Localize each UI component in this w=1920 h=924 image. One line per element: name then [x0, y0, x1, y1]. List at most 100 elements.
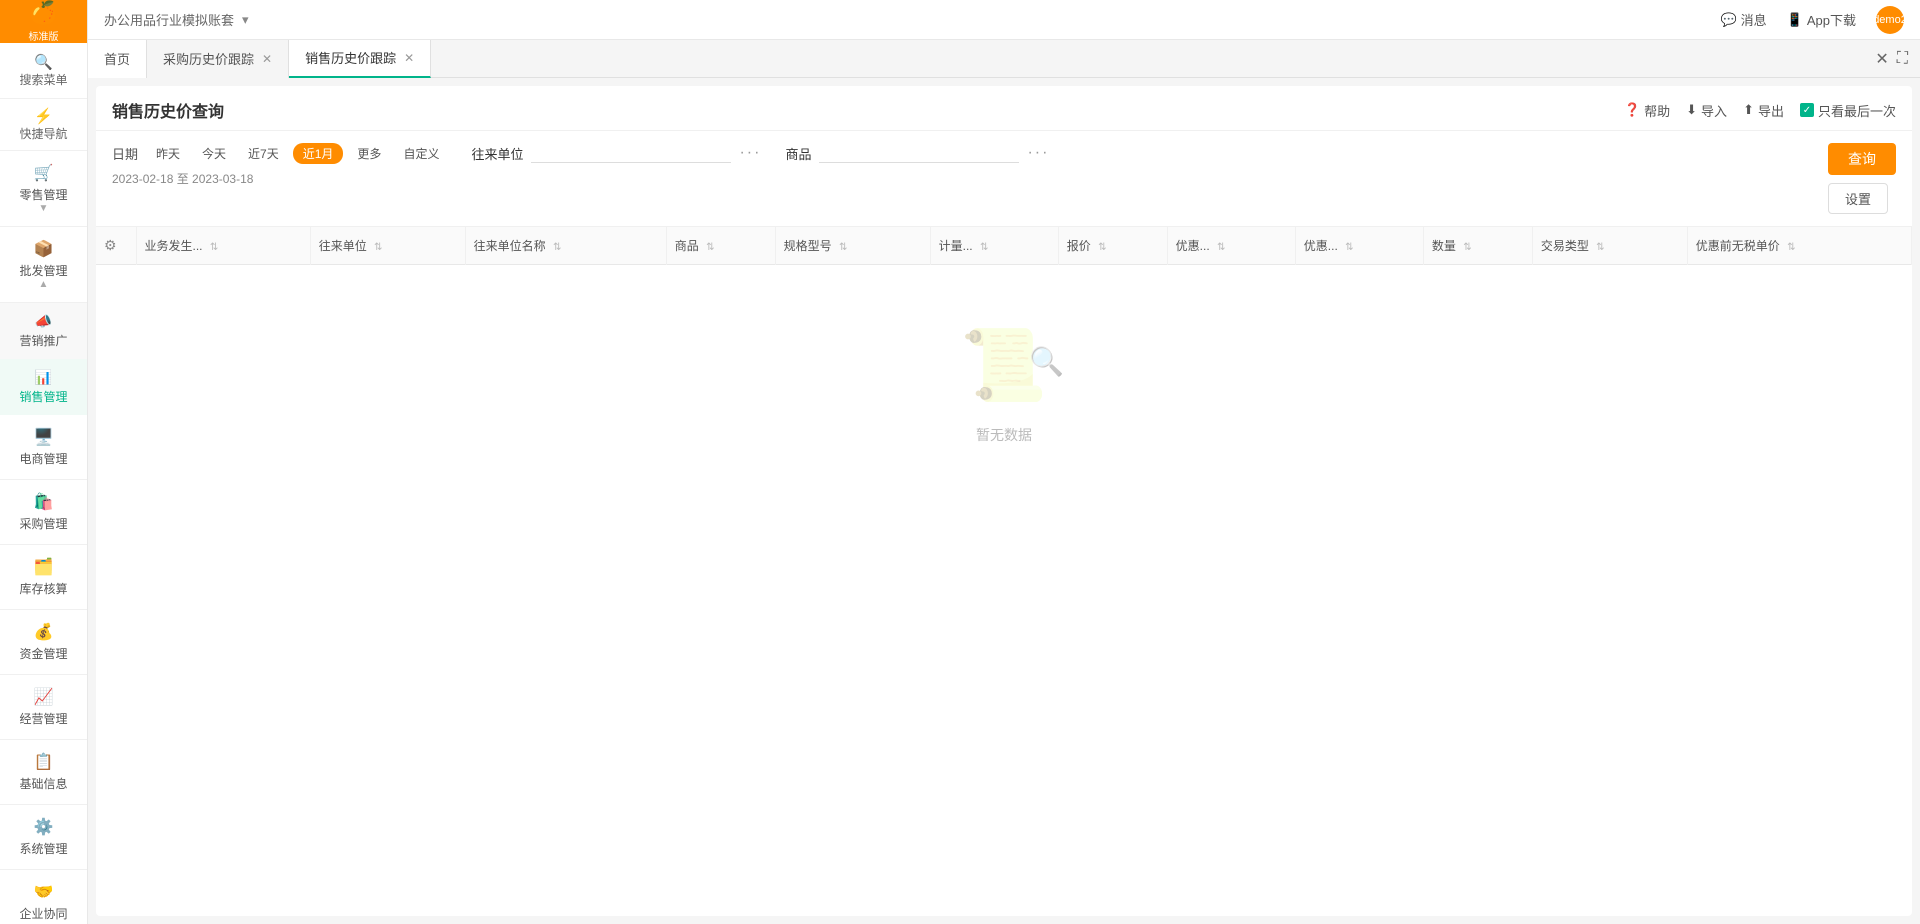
sidebar-item-finance[interactable]: 💰 资金管理: [0, 610, 87, 675]
empty-state: 📜 🔍 暂无数据: [96, 265, 1912, 505]
setting-button[interactable]: 设置: [1828, 183, 1888, 214]
date-btn-yesterday[interactable]: 昨天: [148, 143, 188, 164]
date-btn-7days[interactable]: 近7天: [240, 143, 287, 164]
sidebar-item-sales[interactable]: 📊 销售管理: [0, 359, 87, 415]
app-download-button[interactable]: 📱 App下载: [1787, 10, 1856, 29]
dropdown-icon[interactable]: ▾: [242, 12, 249, 28]
col-unit[interactable]: 计量... ⇅: [930, 227, 1058, 265]
help-button[interactable]: ❓ 帮助: [1624, 101, 1670, 120]
col-quantity-label: 数量: [1432, 239, 1456, 253]
sidebar-item-ecommerce[interactable]: 🖥️ 电商管理: [0, 415, 87, 480]
app-title: 办公用品行业模拟账套: [104, 10, 234, 29]
ecommerce-icon: 🖥️: [34, 427, 54, 447]
import-button[interactable]: ⬇ 导入: [1686, 101, 1727, 120]
top-header: 办公用品行业模拟账套 ▾ 💬 消息 📱 App下载 demo2: [88, 0, 1920, 40]
basic-label: 基础信息: [19, 775, 67, 792]
close-button[interactable]: ✕: [1875, 49, 1888, 69]
col-quantity[interactable]: 数量 ⇅: [1423, 227, 1532, 265]
system-label: 系统管理: [19, 840, 67, 857]
header-left: 办公用品行业模拟账套 ▾: [104, 10, 249, 29]
sidebar-item-quick-nav[interactable]: ⚡ 快捷导航: [0, 99, 87, 151]
tab-sales-history[interactable]: 销售历史价跟踪 ✕: [289, 40, 431, 78]
inventory-label: 库存核算: [19, 580, 67, 597]
tab-purchase-close[interactable]: ✕: [262, 52, 272, 66]
query-button[interactable]: 查询: [1828, 143, 1896, 175]
sidebar-item-system[interactable]: ⚙️ 系统管理: [0, 805, 87, 870]
col-trade-type-label: 交易类型: [1541, 239, 1589, 253]
view-last-checkbox[interactable]: ✓: [1800, 103, 1814, 117]
view-last-toggle[interactable]: ✓ 只看最后一次: [1800, 101, 1896, 120]
date-btn-custom[interactable]: 自定义: [395, 143, 447, 164]
sidebar-item-inventory[interactable]: 🗂️ 库存核算: [0, 545, 87, 610]
export-button[interactable]: ⬆ 导出: [1743, 101, 1784, 120]
message-label: 消息: [1741, 10, 1767, 29]
tab-sales-close[interactable]: ✕: [404, 51, 414, 65]
user-avatar[interactable]: demo2: [1876, 6, 1904, 34]
page-title-bar: 销售历史价查询 ❓ 帮助 ⬇ 导入 ⬆ 导出 ✓: [96, 86, 1912, 131]
col-partner-code[interactable]: 往来单位 ⇅: [310, 227, 465, 265]
date-btn-1month[interactable]: 近1月: [293, 143, 344, 164]
col-discount2[interactable]: 优惠... ⇅: [1295, 227, 1423, 265]
sort-trade-type-icon: ⇅: [1596, 242, 1604, 253]
user-name: demo2: [1873, 14, 1907, 26]
tab-bar: 首页 采购历史价跟踪 ✕ 销售历史价跟踪 ✕ ✕ ⛶: [88, 40, 1920, 78]
import-label: 导入: [1701, 101, 1727, 120]
retail-expand-icon: ▼: [39, 203, 49, 214]
goods-input[interactable]: [819, 143, 1019, 163]
col-unit-label: 计量...: [939, 239, 973, 253]
sidebar-item-retail[interactable]: 🛒 零售管理 ▼: [0, 151, 87, 227]
wholesale-expand-icon: ▲: [39, 279, 49, 290]
sidebar: 🍊 标准版 🔍 搜索菜单 ⚡ 快捷导航 🛒 零售管理 ▼ 📦 批发管理 ▲ 📣 …: [0, 0, 88, 924]
wholesale-submenu: 📣 营销推广 📊 销售管理: [0, 303, 87, 415]
title-actions: ❓ 帮助 ⬇ 导入 ⬆ 导出 ✓ 只看最后一次: [1624, 101, 1896, 120]
table-header-row: ⚙ 业务发生... ⇅ 往来单位 ⇅ 往来单位名称: [96, 227, 1912, 265]
date-filter-group: 日期 昨天 今天 近7天 近1月 更多 自定义 2023-02-18 至 202…: [112, 143, 447, 187]
tab-purchase-history[interactable]: 采购历史价跟踪 ✕: [147, 40, 289, 78]
tab-home[interactable]: 首页: [88, 40, 147, 78]
sidebar-item-basic[interactable]: 📋 基础信息: [0, 740, 87, 805]
date-range-display: 2023-02-18 至 2023-03-18: [112, 170, 447, 187]
enterprise-label: 企业协同: [19, 905, 67, 922]
sidebar-item-purchase[interactable]: 🛍️ 采购管理: [0, 480, 87, 545]
sort-partner-code-icon: ⇅: [374, 242, 382, 253]
logo-icon: 🍊: [30, 0, 57, 26]
wholesale-label: 批发管理: [19, 262, 67, 279]
col-goods-label: 商品: [675, 239, 699, 253]
partner-input[interactable]: [531, 143, 731, 163]
operations-icon: 📈: [34, 687, 54, 707]
date-btn-today[interactable]: 今天: [194, 143, 234, 164]
sales-label: 销售管理: [19, 388, 67, 405]
col-partner-name-label: 往来单位名称: [474, 239, 546, 253]
header-right: 💬 消息 📱 App下载 demo2: [1720, 6, 1904, 34]
goods-filter-group: 商品 ···: [785, 143, 1049, 163]
col-goods[interactable]: 商品 ⇅: [666, 227, 775, 265]
goods-ellipsis[interactable]: ···: [1027, 144, 1049, 162]
sort-goods-icon: ⇅: [706, 242, 714, 253]
col-no-tax-price[interactable]: 优惠前无税单价 ⇅: [1687, 227, 1911, 265]
col-trade-type[interactable]: 交易类型 ⇅: [1532, 227, 1687, 265]
partner-ellipsis[interactable]: ···: [739, 144, 761, 162]
maximize-button[interactable]: ⛶: [1897, 50, 1908, 68]
sidebar-item-marketing[interactable]: 📣 营销推广: [0, 303, 87, 359]
col-partner-name[interactable]: 往来单位名称 ⇅: [465, 227, 666, 265]
filter-bar: 日期 昨天 今天 近7天 近1月 更多 自定义 2023-02-18 至 202…: [96, 131, 1912, 227]
gear-button[interactable]: ⚙: [104, 237, 117, 254]
page-card: 销售历史价查询 ❓ 帮助 ⬇ 导入 ⬆ 导出 ✓: [96, 86, 1912, 916]
sidebar-item-enterprise[interactable]: 🤝 企业协同: [0, 870, 87, 924]
sidebar-item-wholesale[interactable]: 📦 批发管理 ▲: [0, 227, 87, 303]
col-gear[interactable]: ⚙: [96, 227, 136, 265]
import-icon: ⬇: [1686, 102, 1697, 118]
col-biz-date[interactable]: 业务发生... ⇅: [136, 227, 310, 265]
sidebar-item-operations[interactable]: 📈 经营管理: [0, 675, 87, 740]
col-discount1[interactable]: 优惠... ⇅: [1167, 227, 1295, 265]
sidebar-item-search[interactable]: 🔍 搜索菜单: [0, 43, 87, 99]
message-button[interactable]: 💬 消息: [1720, 10, 1766, 29]
finance-label: 资金管理: [19, 645, 67, 662]
view-last-label: 只看最后一次: [1818, 101, 1896, 120]
col-spec[interactable]: 规格型号 ⇅: [775, 227, 930, 265]
help-icon: ❓: [1624, 102, 1640, 118]
logo[interactable]: 🍊 标准版: [0, 0, 88, 43]
goods-label: 商品: [785, 144, 811, 163]
col-quote[interactable]: 报价 ⇅: [1058, 227, 1167, 265]
date-btn-more[interactable]: 更多: [349, 143, 389, 164]
